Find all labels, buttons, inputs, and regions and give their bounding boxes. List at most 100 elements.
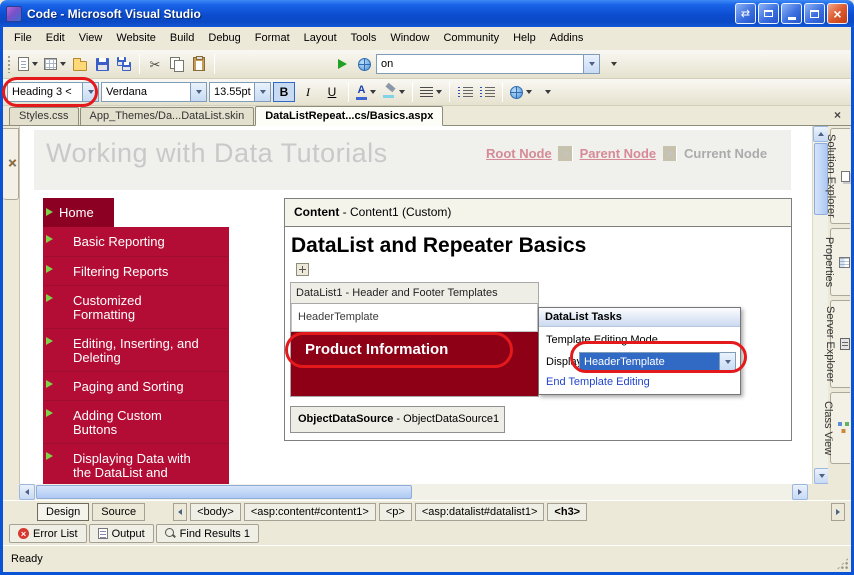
highlight-button[interactable] [380, 81, 407, 103]
tag-asp-datalist[interactable]: <asp:datalist#datalist1> [415, 503, 545, 521]
align-button[interactable] [418, 81, 444, 103]
tag-p[interactable]: <p> [379, 503, 412, 521]
header-template-label[interactable]: HeaderTemplate [291, 304, 538, 332]
tab-basics-aspx[interactable]: DataListRepeat...cs/Basics.aspx [255, 106, 443, 126]
display-combobox-dropdown[interactable] [719, 353, 735, 371]
browse-button[interactable] [354, 53, 374, 75]
tag-h3[interactable]: <h3> [547, 503, 587, 521]
menu-build[interactable]: Build [163, 29, 201, 48]
style-combobox-dropdown[interactable] [82, 83, 98, 101]
save-button[interactable] [92, 53, 112, 75]
resize-grip[interactable] [836, 557, 849, 570]
tags-scroll-left-button[interactable] [173, 503, 187, 521]
menu-community[interactable]: Community [436, 29, 506, 48]
find-results-label: Find Results 1 [180, 528, 250, 540]
close-button[interactable]: × [827, 3, 848, 24]
header-template-region[interactable]: Product Information [291, 332, 538, 396]
tab-datalist-skin[interactable]: App_Themes/Da...DataList.skin [80, 107, 255, 125]
solution-explorer-tab[interactable]: Solution Explorer [830, 128, 850, 224]
toolbar-combobox-dropdown[interactable] [583, 55, 599, 73]
scroll-right-button[interactable] [792, 484, 808, 500]
italic-button[interactable]: I [297, 82, 319, 102]
toolbar-overflow-button[interactable] [536, 81, 556, 103]
move-handle-icon[interactable] [296, 263, 309, 276]
tab-close-button[interactable]: × [830, 107, 845, 122]
nav-item-home[interactable]: Home [43, 198, 114, 227]
nav-item-displaying-data[interactable]: Displaying Data with the DataList and [43, 443, 229, 484]
copy-button[interactable] [167, 53, 187, 75]
toolbox-tab[interactable]: Toolbox [3, 128, 19, 200]
bullet-list-button[interactable] [477, 81, 497, 103]
maximize-button[interactable] [804, 3, 825, 24]
menu-tools[interactable]: Tools [344, 29, 384, 48]
tags-scroll-right-button[interactable] [831, 503, 845, 521]
datalist-designer[interactable]: DataList1 - Header and Footer Templates … [290, 282, 539, 397]
class-view-tab[interactable]: Class View [830, 392, 850, 464]
content-placeholder[interactable]: Content - Content1 (Custom) DataList and… [284, 198, 792, 441]
menu-addins[interactable]: Addins [543, 29, 591, 48]
datalist-designer-header[interactable]: DataList1 - Header and Footer Templates [291, 283, 538, 304]
tab-styles-css[interactable]: Styles.css [9, 107, 79, 125]
menu-format[interactable]: Format [248, 29, 297, 48]
nav-item-filtering-reports[interactable]: Filtering Reports [43, 256, 229, 285]
window-dock-button[interactable] [758, 3, 779, 24]
tag-asp-content[interactable]: <asp:content#content1> [244, 503, 376, 521]
nav-item-basic-reporting[interactable]: Basic Reporting [43, 227, 229, 256]
window-swap-button[interactable]: ⇄ [735, 3, 756, 24]
nav-item-paging-sorting[interactable]: Paging and Sorting [43, 371, 229, 400]
font-combobox-dropdown[interactable] [190, 83, 206, 101]
open-file-button[interactable] [70, 53, 90, 75]
menu-window[interactable]: Window [383, 29, 436, 48]
horizontal-scrollbar[interactable] [19, 484, 808, 500]
numbered-list-button[interactable] [455, 81, 475, 103]
minimize-button[interactable] [781, 3, 802, 24]
nav-item-adding-custom-buttons[interactable]: Adding Custom Buttons [43, 400, 229, 443]
menu-debug[interactable]: Debug [201, 29, 247, 48]
display-combobox[interactable]: HeaderTemplate [579, 352, 736, 372]
paste-button[interactable] [189, 53, 209, 75]
start-debug-button[interactable] [332, 53, 352, 75]
font-size-combobox-dropdown[interactable] [254, 83, 270, 101]
font-combobox[interactable]: Verdana [101, 82, 207, 102]
chevron-right-icon [798, 489, 802, 495]
find-results-tab[interactable]: Find Results 1 [156, 524, 259, 543]
end-template-editing-link[interactable]: End Template Editing [546, 376, 650, 388]
properties-tab[interactable]: Properties [830, 228, 850, 296]
hyperlink-button[interactable] [508, 81, 534, 103]
error-list-tab[interactable]: × Error List [9, 524, 87, 543]
toolbar-combobox[interactable]: on [376, 54, 600, 74]
menu-help[interactable]: Help [506, 29, 543, 48]
breadcrumb-root-link[interactable]: Root Node [486, 146, 552, 161]
title-bar[interactable]: Code - Microsoft Visual Studio ⇄ × [0, 0, 854, 27]
source-view-button[interactable]: Source [92, 503, 145, 521]
toolbar-grip[interactable] [7, 55, 11, 73]
new-file-button[interactable] [16, 53, 40, 75]
output-tab[interactable]: Output [89, 524, 154, 543]
toolbar-overflow-button[interactable] [602, 53, 622, 75]
nav-item-editing-inserting-deleting[interactable]: Editing, Inserting, and Deleting [43, 328, 229, 371]
save-all-button[interactable] [114, 53, 134, 75]
nav-item-customized-formatting[interactable]: Customized Formatting [43, 285, 229, 328]
menu-layout[interactable]: Layout [297, 29, 344, 48]
menu-website[interactable]: Website [109, 29, 163, 48]
bold-button[interactable]: B [273, 82, 295, 102]
content-placeholder-header[interactable]: Content - Content1 (Custom) [285, 199, 791, 227]
menu-view[interactable]: View [72, 29, 110, 48]
style-combobox[interactable]: Heading 3 < [7, 82, 99, 102]
horizontal-scroll-track[interactable] [412, 484, 792, 500]
tag-body[interactable]: <body> [190, 503, 241, 521]
menu-edit[interactable]: Edit [39, 29, 72, 48]
design-view-button[interactable]: Design [37, 503, 89, 521]
font-color-button[interactable]: A [354, 81, 378, 103]
scroll-left-button[interactable] [19, 484, 35, 500]
server-explorer-tab[interactable]: Server Explorer [830, 300, 850, 388]
breadcrumb-parent-link[interactable]: Parent Node [580, 146, 657, 161]
add-item-button[interactable] [42, 53, 68, 75]
underline-button[interactable]: U [321, 82, 343, 102]
menu-file[interactable]: File [7, 29, 39, 48]
cut-button[interactable]: ✂ [145, 53, 165, 75]
objectdatasource-control[interactable]: ObjectDataSource - ObjectDataSource1 [290, 406, 505, 433]
font-size-combobox[interactable]: 13.55pt [209, 82, 271, 102]
design-surface[interactable]: Working with Data Tutorials Root Node > … [19, 126, 812, 484]
horizontal-scroll-thumb[interactable] [36, 485, 412, 499]
